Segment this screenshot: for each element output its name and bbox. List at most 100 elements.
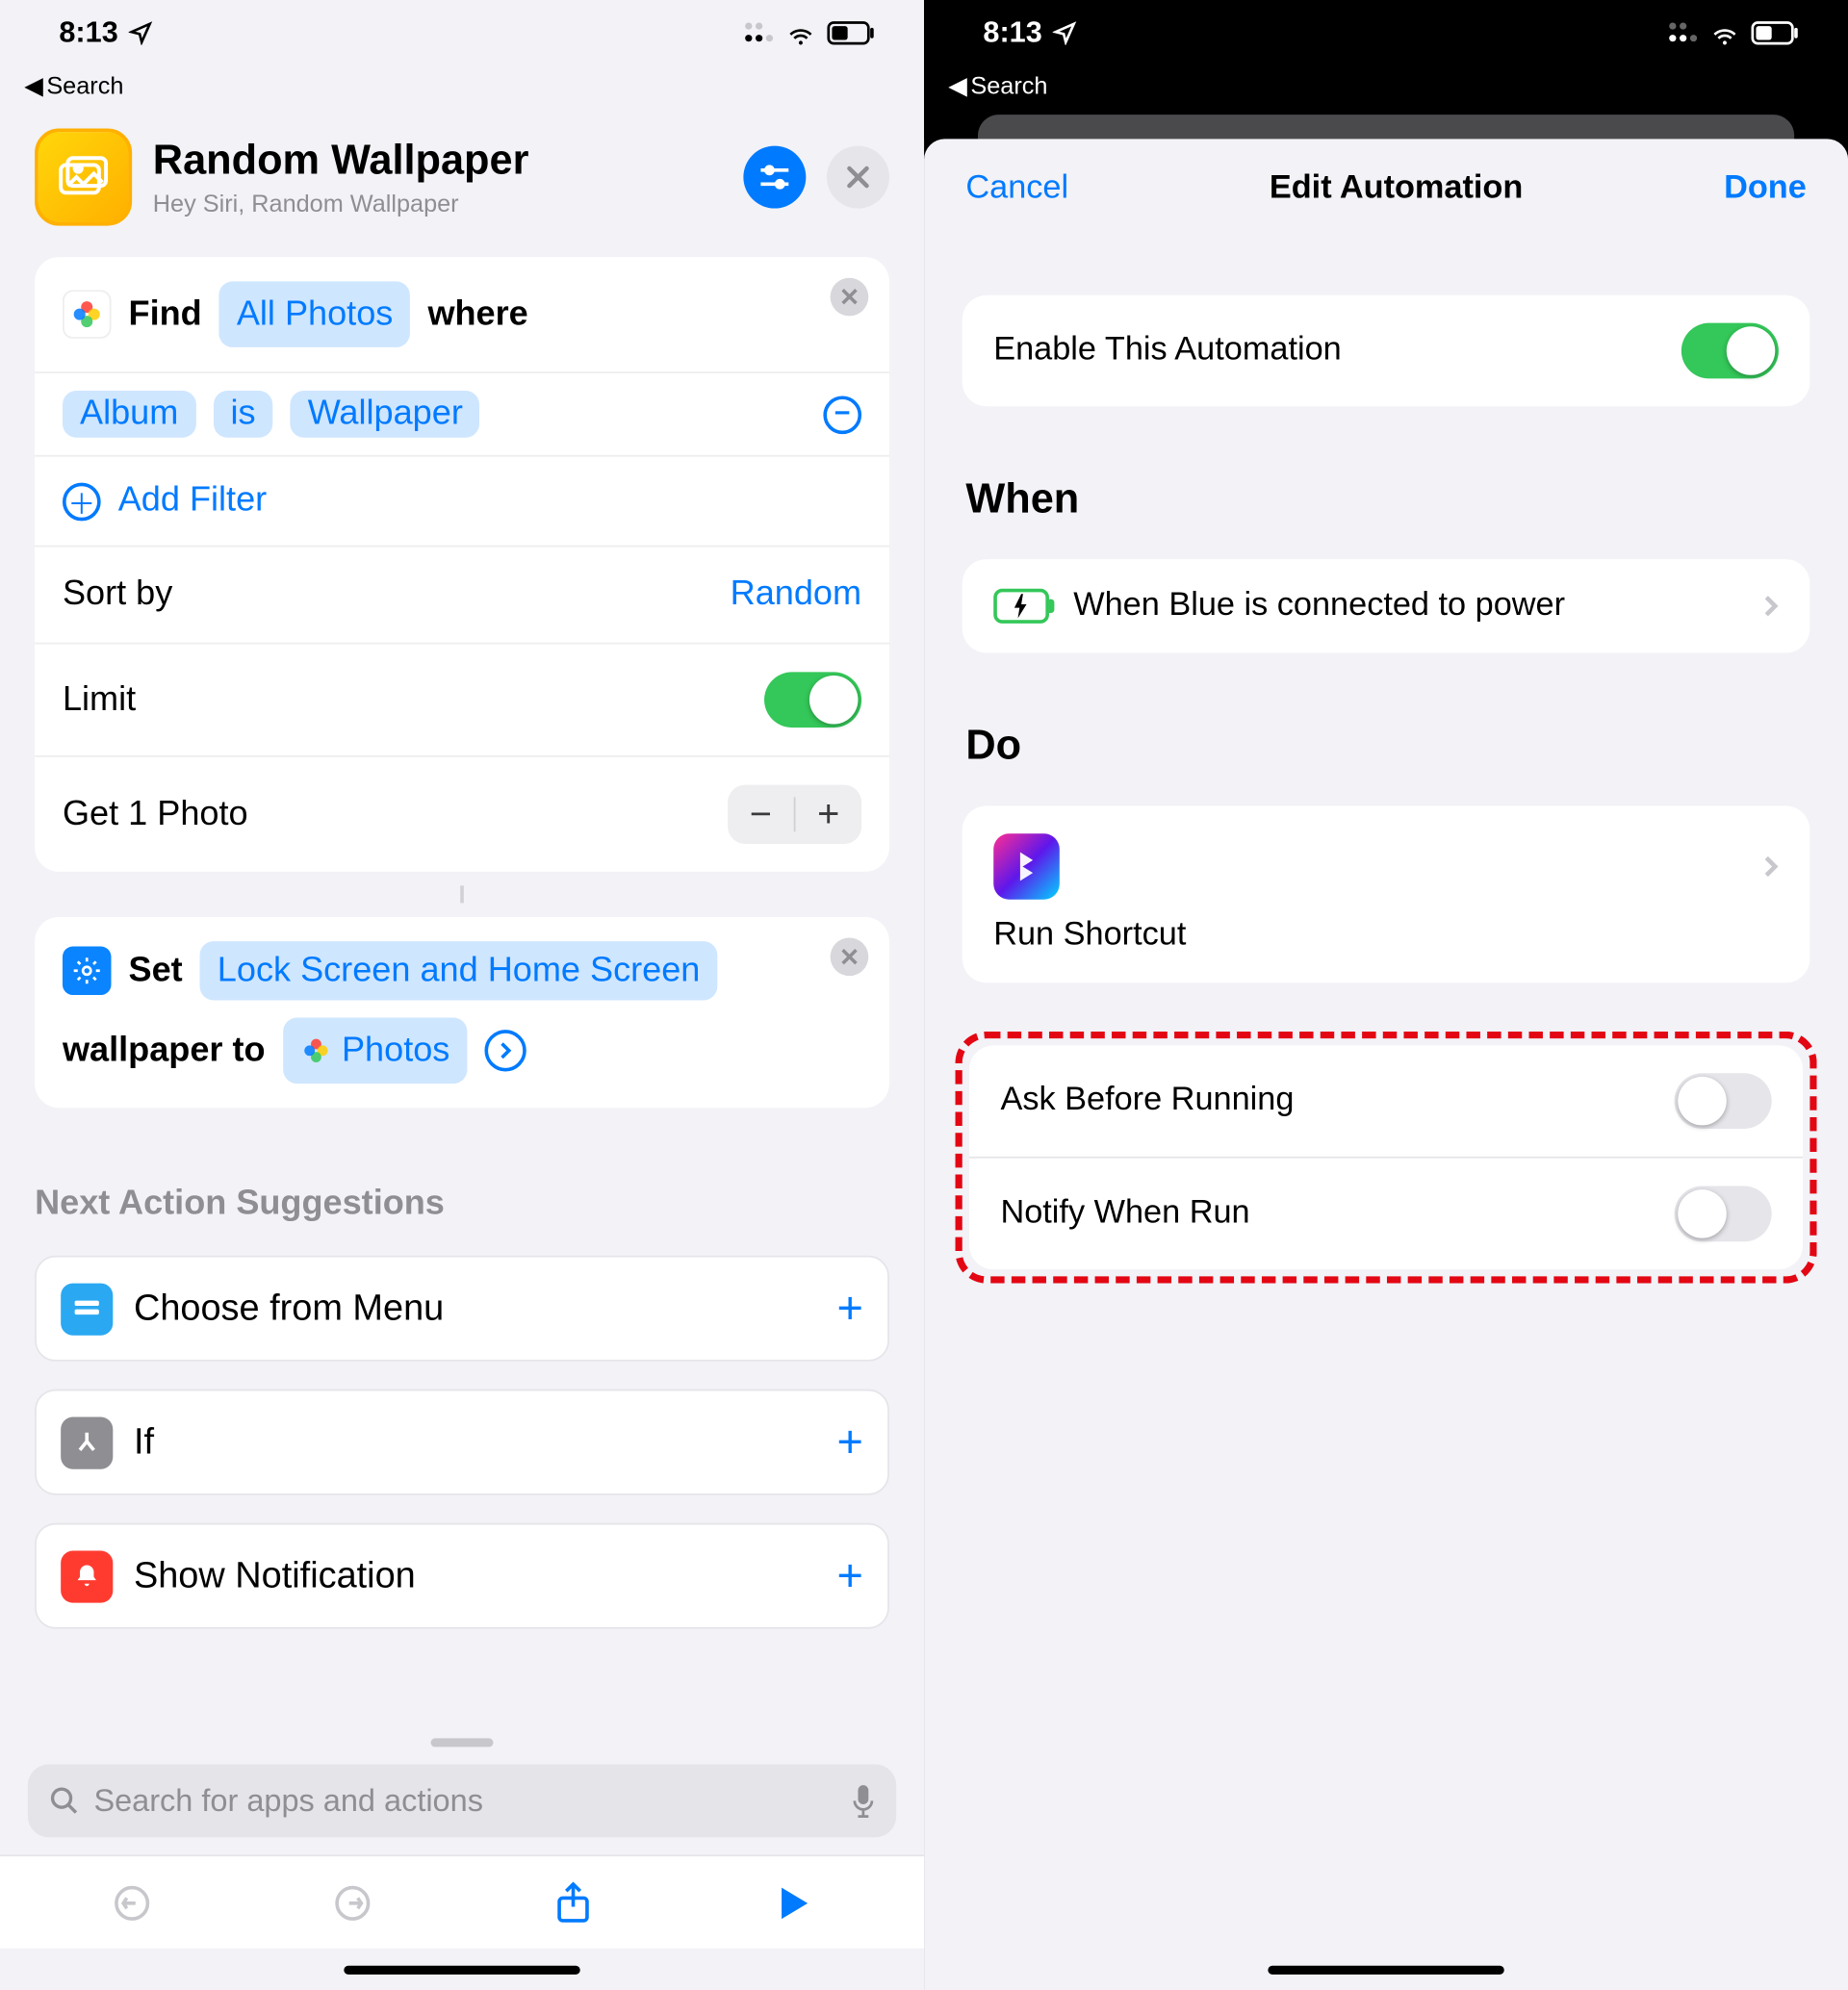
settings-button[interactable] (743, 146, 806, 209)
add-filter-label: Add Filter (118, 481, 267, 522)
sort-by-value: Random (731, 574, 861, 615)
add-suggestion-icon: + (836, 1282, 862, 1336)
chevron-right-icon (1763, 855, 1779, 879)
lock-home-token[interactable]: Lock Screen and Home Screen (200, 941, 718, 1000)
dots-icon (743, 21, 774, 45)
notify-when-run-toggle[interactable] (1675, 1186, 1772, 1242)
drag-handle[interactable] (431, 1738, 494, 1747)
battery-icon (1751, 21, 1800, 45)
run-button[interactable] (765, 1875, 821, 1930)
notify-when-run-label: Notify When Run (1000, 1195, 1249, 1234)
remove-filter-button[interactable]: − (823, 395, 861, 434)
wifi-icon (785, 21, 816, 45)
status-time: 8:13 (59, 15, 117, 50)
limit-toggle[interactable] (764, 672, 861, 727)
highlight-annotation: Ask Before Running Notify When Run (956, 1032, 1817, 1284)
mic-icon[interactable] (851, 1783, 875, 1818)
filter-field-album[interactable]: Album (63, 391, 195, 438)
limit-label: Limit (63, 680, 136, 721)
find-verb: Find (129, 285, 202, 344)
done-button[interactable]: Done (1724, 170, 1807, 209)
suggestion-label: If (134, 1421, 154, 1463)
find-photos-action: ✕ Find All Photos where Album is Wallpap… (35, 257, 889, 872)
when-trigger-card[interactable]: When Blue is connected to power (962, 559, 1810, 652)
remove-action-button[interactable]: ✕ (831, 937, 869, 976)
stepper-minus[interactable]: − (728, 785, 794, 844)
plus-icon: ＋ (63, 482, 101, 521)
photos-variable-label: Photos (342, 1021, 449, 1080)
notify-when-run-row: Notify When Run (969, 1157, 1803, 1269)
all-photos-token[interactable]: All Photos (219, 281, 411, 347)
when-trigger-label: When Blue is connected to power (1073, 587, 1565, 625)
cancel-button[interactable]: Cancel (965, 170, 1068, 209)
ask-before-running-toggle[interactable] (1675, 1073, 1772, 1129)
location-icon (1053, 21, 1077, 45)
filter-op-is[interactable]: is (213, 391, 272, 438)
enable-automation-label: Enable This Automation (993, 332, 1342, 370)
undo-button[interactable] (103, 1875, 159, 1930)
sort-by-label: Sort by (63, 574, 172, 615)
enable-automation-toggle[interactable] (1681, 323, 1779, 379)
search-placeholder: Search for apps and actions (93, 1782, 836, 1819)
set-wallpaper-icon (63, 947, 112, 996)
add-suggestion-icon: + (836, 1549, 862, 1603)
filter-row-album: Album is Wallpaper − (35, 371, 889, 455)
do-section-title: Do (965, 723, 1806, 772)
shortcut-app-icon[interactable] (35, 129, 132, 226)
location-icon (129, 21, 153, 45)
expand-action-button[interactable] (484, 1030, 526, 1071)
when-section-title: When (965, 475, 1806, 524)
home-indicator[interactable] (0, 1949, 924, 1990)
filter-value-wallpaper[interactable]: Wallpaper (291, 391, 480, 438)
bell-icon (61, 1550, 113, 1602)
shortcut-subtitle: Hey Siri, Random Wallpaper (153, 190, 723, 217)
status-bar: 8:13 (924, 0, 1848, 66)
shortcuts-app-icon (993, 833, 1060, 900)
back-label: Search (46, 71, 123, 99)
search-panel: Search for apps and actions (28, 1738, 896, 1837)
photos-variable-token[interactable]: Photos (283, 1017, 468, 1084)
photo-count-stepper[interactable]: − + (728, 785, 861, 844)
chevron-left-icon: ◀ (24, 70, 42, 100)
shortcut-title[interactable]: Random Wallpaper (153, 138, 723, 187)
battery-icon (827, 21, 876, 45)
wifi-icon (1709, 21, 1740, 45)
suggestion-label: Show Notification (134, 1555, 416, 1596)
chevron-left-icon: ◀ (948, 70, 966, 100)
sort-by-row[interactable]: Sort by Random (35, 546, 889, 643)
close-button[interactable] (827, 146, 889, 209)
shortcut-header: Random Wallpaper Hey Siri, Random Wallpa… (0, 104, 924, 242)
back-label: Search (970, 71, 1047, 99)
back-to-search[interactable]: ◀ Search (924, 66, 1848, 105)
get-photo-row: Get 1 Photo − + (35, 755, 889, 872)
remove-action-button[interactable]: ✕ (831, 278, 869, 317)
menu-icon (61, 1283, 113, 1335)
suggestion-show-notification[interactable]: Show Notification + (35, 1523, 889, 1629)
share-button[interactable] (545, 1875, 601, 1930)
set-wallpaper-action: ✕ Set Lock Screen and Home Screen wallpa… (35, 917, 889, 1109)
action-search-input[interactable]: Search for apps and actions (28, 1764, 896, 1837)
add-suggestion-icon: + (836, 1416, 862, 1469)
dots-icon (1667, 21, 1698, 45)
wallpaper-to-label: wallpaper to (63, 1021, 266, 1080)
action-connector (460, 885, 464, 903)
editor-toolbar (0, 1854, 924, 1948)
do-action-label: Run Shortcut (993, 917, 1186, 956)
stepper-plus[interactable]: + (796, 785, 862, 844)
photos-app-icon (63, 290, 112, 339)
search-icon (49, 1785, 80, 1816)
status-time: 8:13 (983, 15, 1041, 50)
suggestion-label: Choose from Menu (134, 1288, 444, 1329)
do-action-card[interactable]: Run Shortcut (962, 805, 1810, 982)
add-filter-button[interactable]: ＋ Add Filter (35, 455, 889, 546)
home-indicator[interactable] (924, 1949, 1848, 1990)
suggestion-if[interactable]: If + (35, 1390, 889, 1495)
status-bar: 8:13 (0, 0, 924, 66)
suggestion-choose-from-menu[interactable]: Choose from Menu + (35, 1256, 889, 1362)
limit-row: Limit (35, 643, 889, 755)
enable-automation-card: Enable This Automation (962, 295, 1810, 406)
chevron-right-icon (1763, 594, 1779, 618)
redo-button[interactable] (324, 1875, 380, 1930)
branch-icon (61, 1416, 113, 1468)
back-to-search[interactable]: ◀ Search (0, 66, 924, 105)
